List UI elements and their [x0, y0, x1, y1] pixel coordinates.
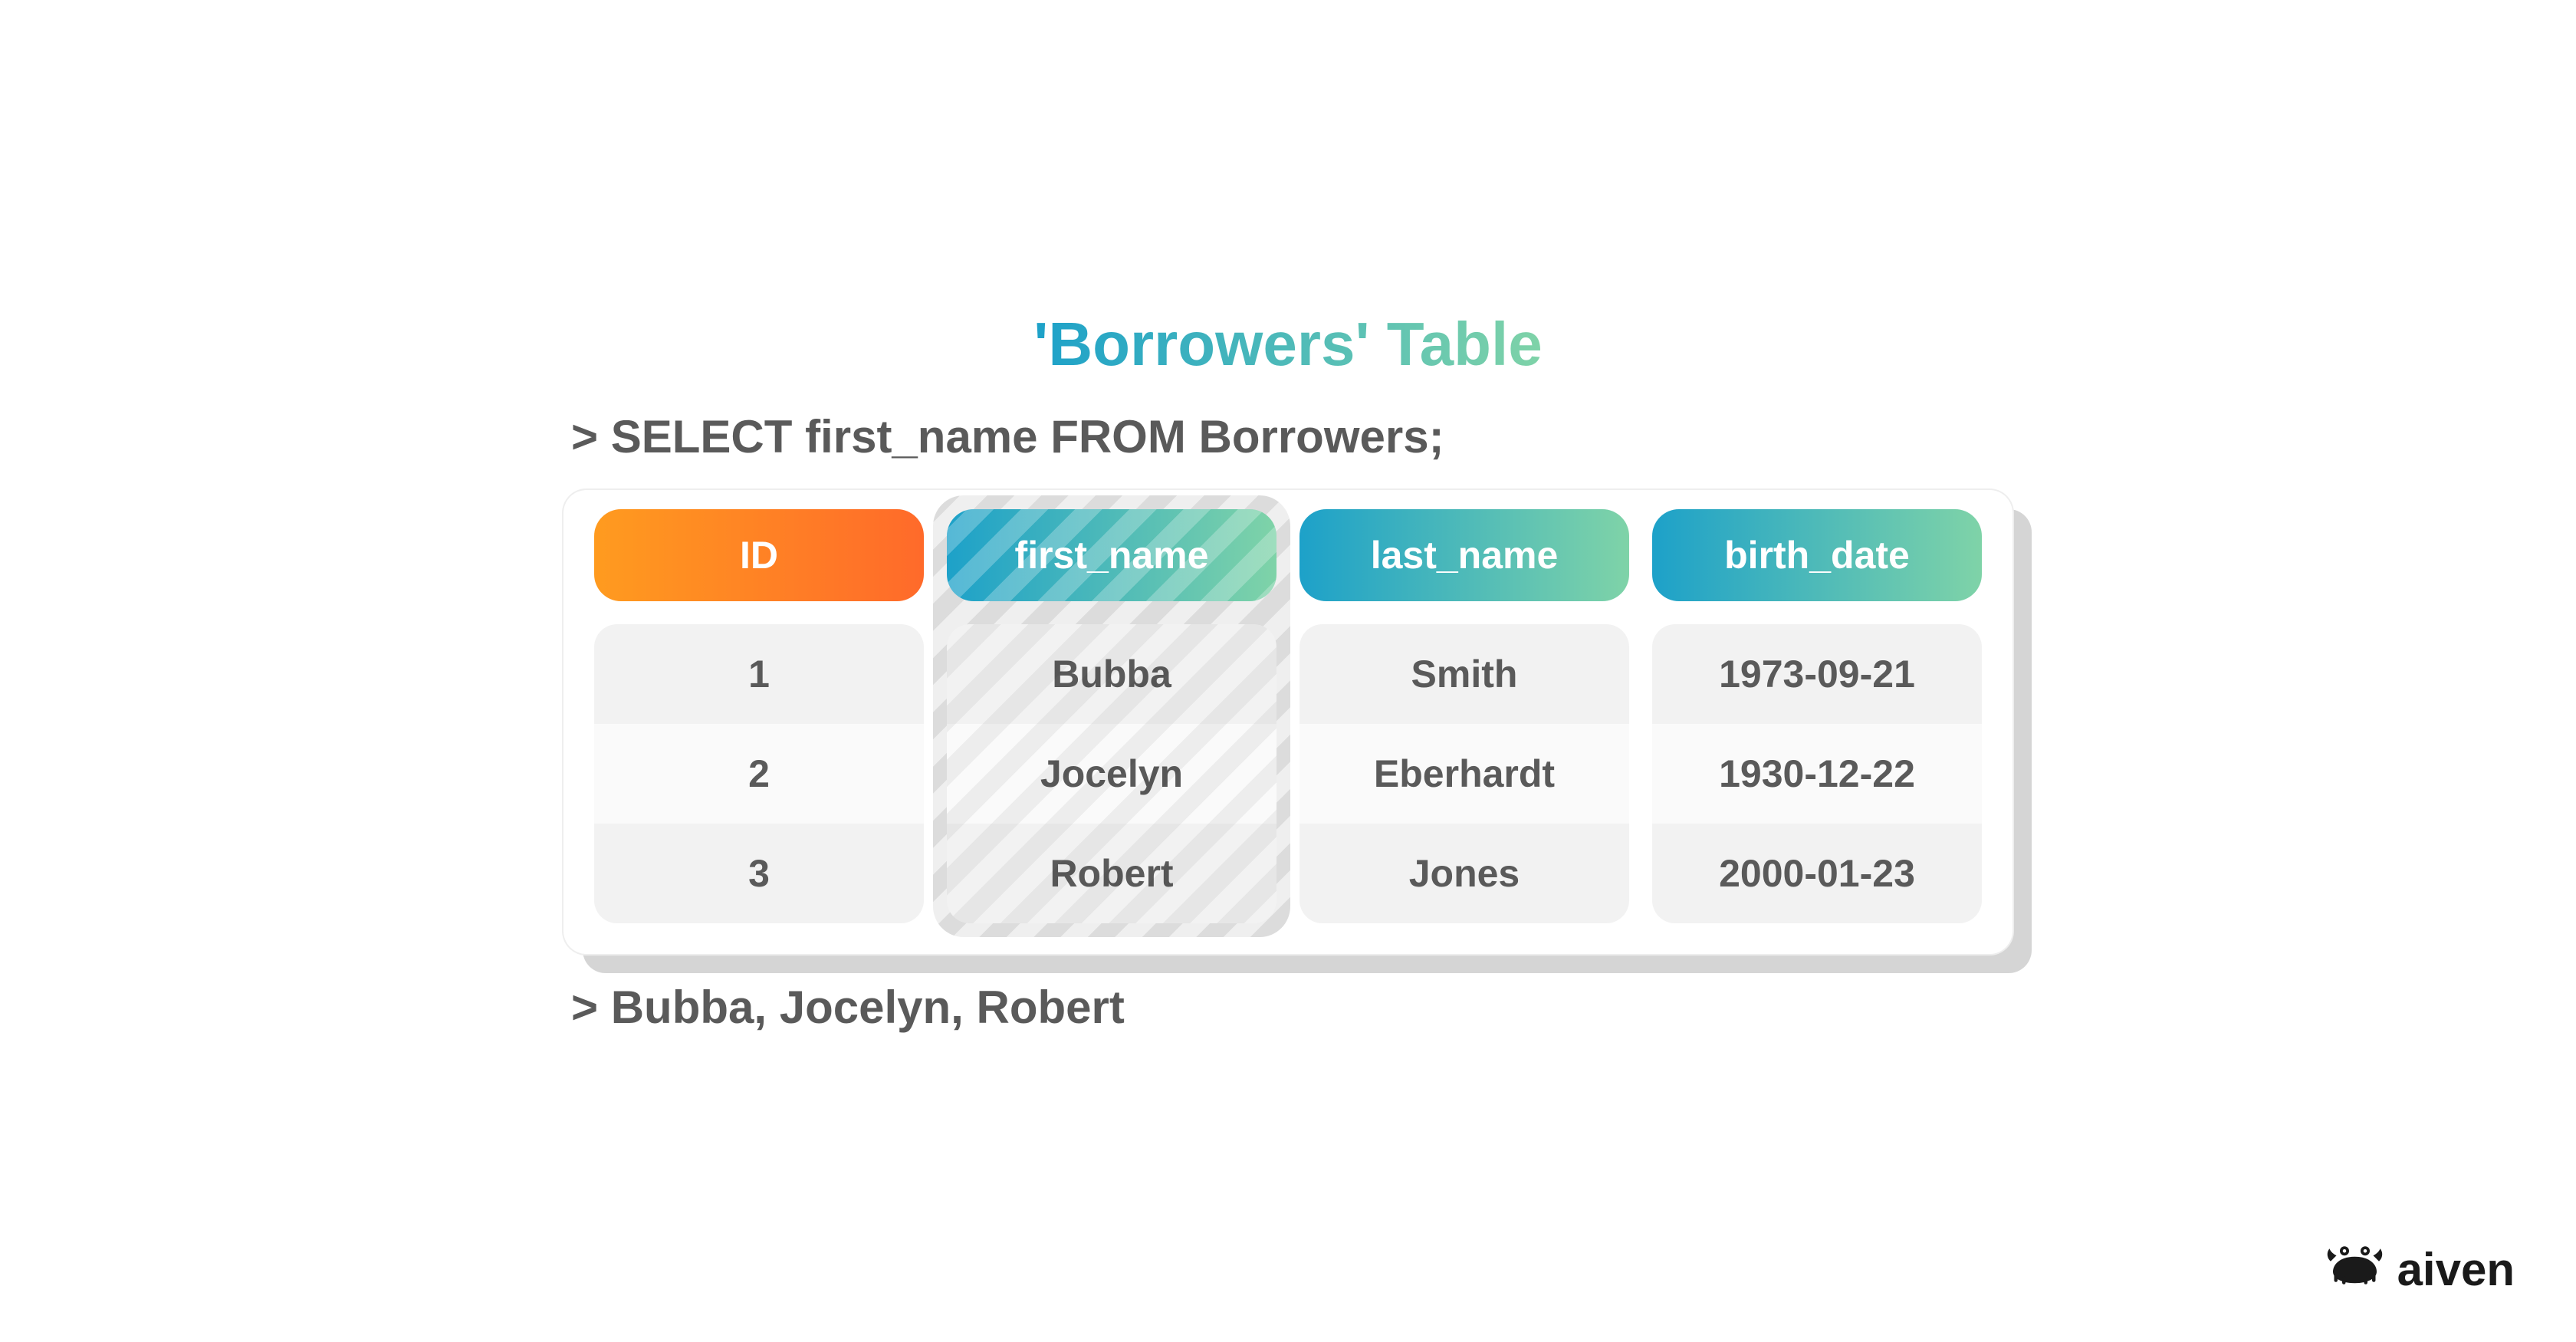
cell-birthdate-1: 1973-09-21 [1652, 624, 1982, 724]
cell-lastname-1: Smith [1300, 624, 1629, 724]
table-wrap: ID 1 2 3 first_name Bubba Jocelyn Robert [564, 490, 2013, 954]
cell-firstname-2: Jocelyn [947, 724, 1276, 824]
cell-firstname-1: Bubba [947, 624, 1276, 724]
cell-birthdate-3: 2000-01-23 [1652, 824, 1982, 923]
column-header-firstname-label: first_name [1015, 533, 1209, 577]
column-id: ID 1 2 3 [594, 509, 924, 923]
cell-lastname-3: Jones [1300, 824, 1629, 923]
column-body-birthdate: 1973-09-21 1930-12-22 2000-01-23 [1652, 624, 1982, 923]
cell-id-3: 3 [594, 824, 924, 923]
cell-lastname-2: Eberhardt [1300, 724, 1629, 824]
column-birthdate: birth_date 1973-09-21 1930-12-22 2000-01… [1652, 509, 1982, 923]
cell-firstname-3: Robert [947, 824, 1276, 923]
sql-query: > SELECT first_name FROM Borrowers; [571, 410, 1444, 463]
brand-name: aiven [2397, 1243, 2515, 1296]
cell-id-1: 1 [594, 624, 924, 724]
column-header-birthdate: birth_date [1652, 509, 1982, 601]
column-header-firstname: first_name [947, 509, 1276, 601]
page-title: 'Borrowers' Table [1033, 309, 1542, 380]
column-lastname: last_name Smith Eberhardt Jones [1300, 509, 1629, 923]
column-firstname: first_name Bubba Jocelyn Robert [947, 509, 1276, 923]
cell-id-2: 2 [594, 724, 924, 824]
brand-logo: aiven [2326, 1243, 2515, 1296]
column-body-lastname: Smith Eberhardt Jones [1300, 624, 1629, 923]
column-header-id: ID [594, 509, 924, 601]
column-header-lastname: last_name [1300, 509, 1629, 601]
cell-birthdate-2: 1930-12-22 [1652, 724, 1982, 824]
sql-result: > Bubba, Jocelyn, Robert [571, 981, 1125, 1034]
diagram-container: 'Borrowers' Table > SELECT first_name FR… [564, 309, 2013, 1034]
crab-icon [2326, 1243, 2384, 1296]
borrowers-table: ID 1 2 3 first_name Bubba Jocelyn Robert [564, 490, 2013, 954]
column-body-firstname: Bubba Jocelyn Robert [947, 624, 1276, 923]
column-firstname-highlight: first_name Bubba Jocelyn Robert [947, 509, 1276, 923]
column-body-id: 1 2 3 [594, 624, 924, 923]
